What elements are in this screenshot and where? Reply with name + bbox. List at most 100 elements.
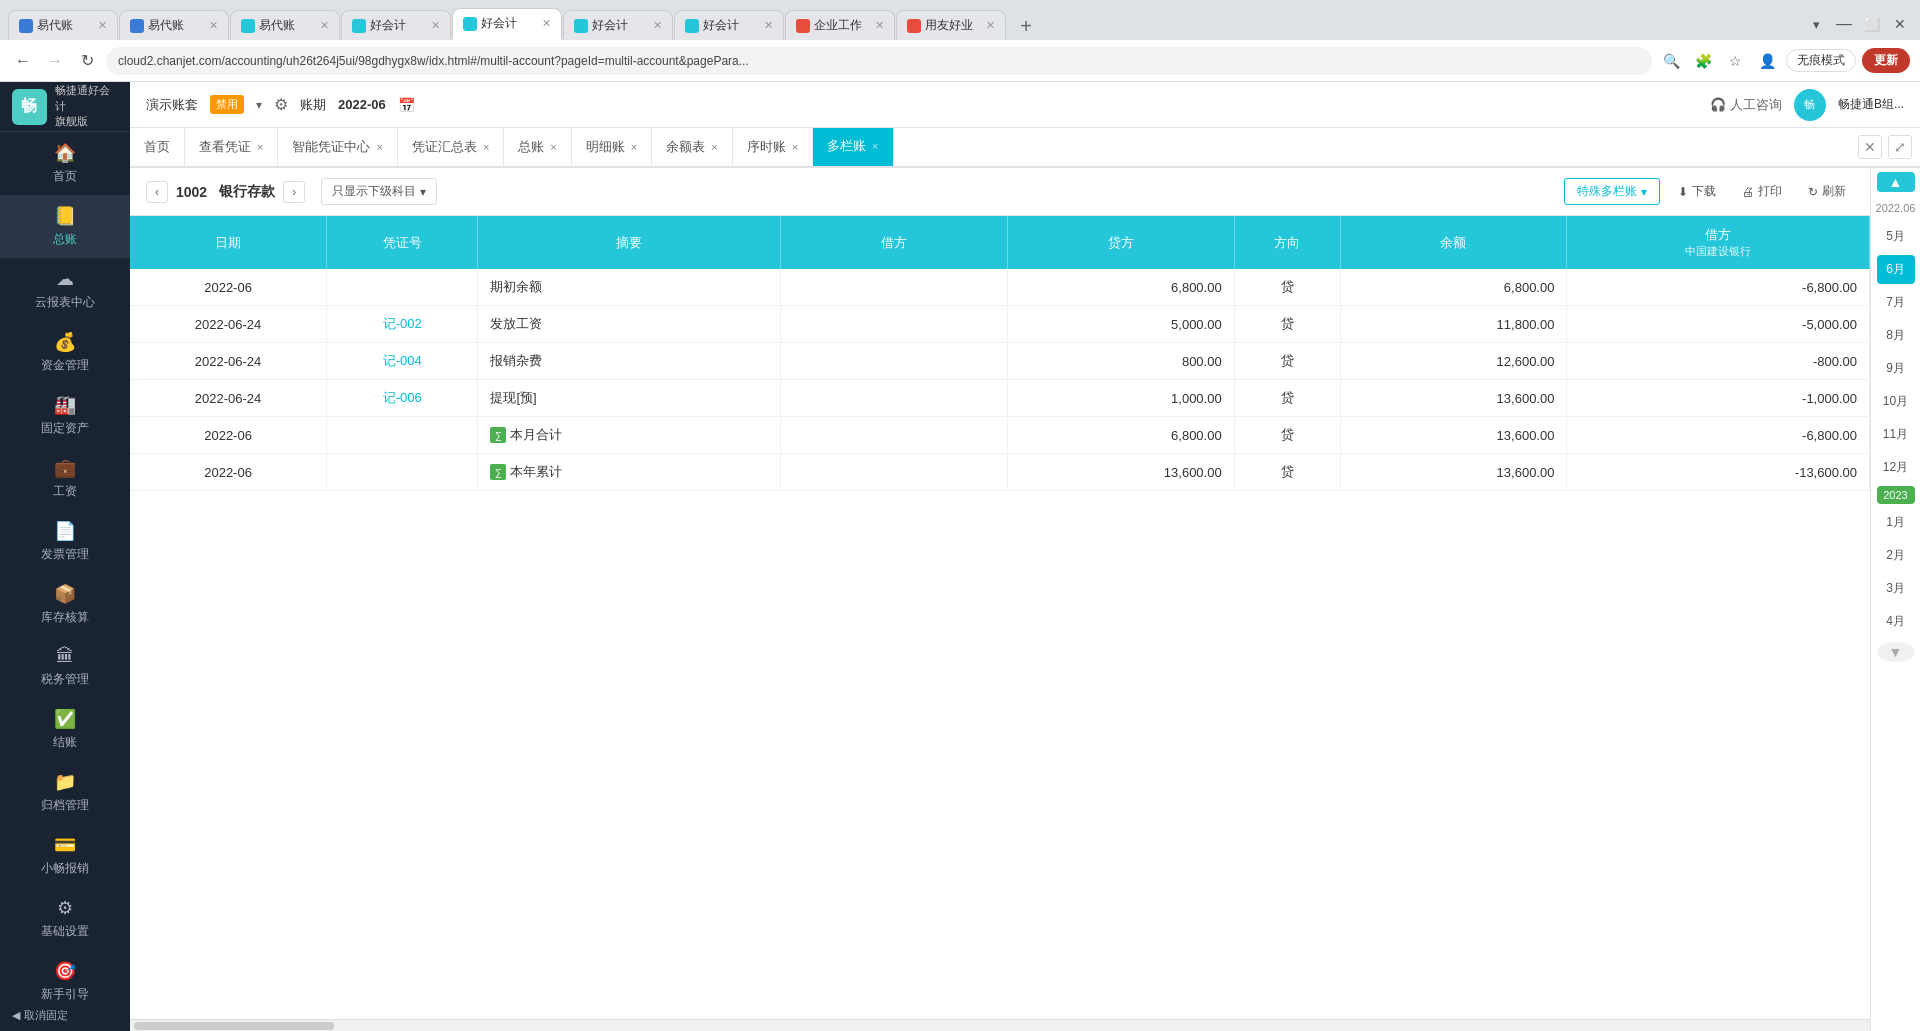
scroll-up-button[interactable]: ▲ — [1877, 172, 1915, 192]
expand-panel-button[interactable]: ⤢ — [1888, 135, 1912, 159]
tab-chronological-ledger[interactable]: 序时账 × — [733, 128, 813, 167]
tab-haohuiji-3[interactable]: 好会计 ✕ — [563, 10, 673, 40]
tab-close-icon[interactable]: ✕ — [98, 19, 107, 32]
month-item-6[interactable]: 6月 — [1877, 255, 1915, 284]
horizontal-scrollbar[interactable] — [130, 1019, 1870, 1031]
sidebar-item-home[interactable]: 🏠 首页 — [0, 132, 130, 195]
sidebar-item-ledger[interactable]: 📒 总账 — [0, 195, 130, 258]
tab-close-icon[interactable]: ✕ — [653, 19, 662, 32]
month-item-1[interactable]: 1月 — [1877, 508, 1915, 537]
sidebar-item-archive[interactable]: 📁 归档管理 — [0, 761, 130, 824]
tab-yidaizhang-1[interactable]: 易代账 ✕ — [8, 10, 118, 40]
ledger-area: ‹ 1002 银行存款 › 只显示下级科目 ▾ 特殊多栏账 ▾ — [130, 168, 1920, 1031]
tab-enterprise[interactable]: 企业工作 ✕ — [785, 10, 895, 40]
month-item-4[interactable]: 4月 — [1877, 607, 1915, 636]
tab-view-voucher[interactable]: 查看凭证 × — [185, 128, 278, 167]
special-multi-button[interactable]: 特殊多栏账 ▾ — [1564, 178, 1660, 205]
update-button[interactable]: 更新 — [1862, 48, 1910, 73]
tab-yonyou[interactable]: 用友好业 ✕ — [896, 10, 1006, 40]
month-item-11[interactable]: 11月 — [1877, 420, 1915, 449]
gear-icon[interactable]: ⚙ — [274, 95, 288, 114]
voucher-link[interactable]: 记-004 — [383, 353, 422, 368]
sidebar-item-invoice[interactable]: 📄 发票管理 — [0, 510, 130, 573]
unpin-button[interactable]: ◀ 取消固定 — [0, 1000, 130, 1031]
tab-haohuiji-4[interactable]: 好会计 ✕ — [674, 10, 784, 40]
month-item-12[interactable]: 12月 — [1877, 453, 1915, 482]
download-button[interactable]: ⬇ 下载 — [1670, 179, 1724, 204]
scroll-down-button[interactable]: ▼ — [1877, 642, 1915, 662]
tab-close-icon[interactable]: ✕ — [431, 19, 440, 32]
tab-multi-column[interactable]: 多栏账 × — [813, 128, 893, 167]
tab-close-icon[interactable]: ✕ — [542, 17, 551, 30]
sidebar-item-settings[interactable]: ⚙ 基础设置 — [0, 887, 130, 950]
tab-haohuiji-1[interactable]: 好会计 ✕ — [341, 10, 451, 40]
tab-add-button[interactable]: + — [1011, 12, 1041, 40]
voucher-link[interactable]: 记-002 — [383, 316, 422, 331]
tab-balance-sheet[interactable]: 余额表 × — [652, 128, 732, 167]
user-avatar[interactable]: 畅 — [1794, 89, 1826, 121]
tab-close-icon[interactable]: × — [550, 141, 556, 153]
sidebar-item-tax[interactable]: 🏛 税务管理 — [0, 636, 130, 698]
month-item-2[interactable]: 2月 — [1877, 541, 1915, 570]
wuhen-mode-button[interactable]: 无痕模式 — [1786, 49, 1856, 72]
prev-account-button[interactable]: ‹ — [146, 181, 168, 203]
sidebar-item-funds[interactable]: 💰 资金管理 — [0, 321, 130, 384]
consult-button[interactable]: 🎧 人工咨询 — [1710, 96, 1782, 114]
tab-close-icon[interactable]: ✕ — [764, 19, 773, 32]
back-button[interactable]: ← — [10, 48, 36, 74]
extension-icon[interactable]: 🧩 — [1690, 48, 1716, 74]
voucher-link[interactable]: 记-006 — [383, 390, 422, 405]
profile-icon[interactable]: 👤 — [1754, 48, 1780, 74]
url-bar[interactable]: cloud2.chanjet.com/accounting/uh26t264j5… — [106, 47, 1652, 75]
sidebar-item-payroll[interactable]: 💼 工资 — [0, 447, 130, 510]
tab-general-ledger[interactable]: 总账 × — [504, 128, 571, 167]
calendar-icon[interactable]: 📅 — [398, 97, 415, 113]
tab-close-icon[interactable]: ✕ — [209, 19, 218, 32]
sidebar-item-expense[interactable]: 💳 小畅报销 — [0, 824, 130, 887]
tab-close-icon[interactable]: × — [631, 141, 637, 153]
tab-close-icon[interactable]: × — [872, 140, 878, 152]
close-button[interactable]: ✕ — [1888, 12, 1912, 36]
tab-close-icon[interactable]: × — [376, 141, 382, 153]
month-item-5[interactable]: 5月 — [1877, 222, 1915, 251]
sidebar-item-cloud-report[interactable]: ☁ 云报表中心 — [0, 258, 130, 321]
dropdown-arrow[interactable]: ▾ — [256, 98, 262, 112]
maximize-button[interactable]: ⬜ — [1860, 12, 1884, 36]
month-item-3[interactable]: 3月 — [1877, 574, 1915, 603]
next-account-button[interactable]: › — [283, 181, 305, 203]
sidebar-item-guide[interactable]: 🎯 新手引导 — [0, 950, 130, 1000]
close-panel-button[interactable]: ✕ — [1858, 135, 1882, 159]
sidebar-item-inventory[interactable]: 📦 库存核算 — [0, 573, 130, 636]
tab-close-icon[interactable]: ✕ — [320, 19, 329, 32]
sidebar-item-assets[interactable]: 🏭 固定资产 — [0, 384, 130, 447]
cell-extra: -800.00 — [1567, 343, 1870, 380]
tab-detail-ledger[interactable]: 明细账 × — [572, 128, 652, 167]
month-item-7[interactable]: 7月 — [1877, 288, 1915, 317]
month-item-8[interactable]: 8月 — [1877, 321, 1915, 350]
tab-yidaizhang-2[interactable]: 易代账 ✕ — [119, 10, 229, 40]
tab-haohuiji-2-active[interactable]: 好会计 ✕ — [452, 8, 562, 40]
subcategory-filter[interactable]: 只显示下级科目 ▾ — [321, 178, 437, 205]
refresh-button[interactable]: ↻ 刷新 — [1800, 179, 1854, 204]
search-icon[interactable]: 🔍 — [1658, 48, 1684, 74]
tab-close-icon[interactable]: × — [483, 141, 489, 153]
tab-list-button[interactable]: ▾ — [1804, 12, 1828, 36]
month-item-10[interactable]: 10月 — [1877, 387, 1915, 416]
tab-close-icon[interactable]: ✕ — [986, 19, 995, 32]
forward-button[interactable]: → — [42, 48, 68, 74]
tab-yidaizhang-3[interactable]: 易代账 ✕ — [230, 10, 340, 40]
tab-close-icon[interactable]: × — [711, 141, 717, 153]
print-button[interactable]: 🖨 打印 — [1734, 179, 1790, 204]
minimize-button[interactable]: — — [1832, 12, 1856, 36]
tab-close-icon[interactable]: × — [257, 141, 263, 153]
reload-button[interactable]: ↻ — [74, 48, 100, 74]
scroll-thumb[interactable] — [134, 1022, 334, 1030]
tab-voucher-summary[interactable]: 凭证汇总表 × — [398, 128, 504, 167]
tab-close-icon[interactable]: ✕ — [875, 19, 884, 32]
tab-close-icon[interactable]: × — [792, 141, 798, 153]
sidebar-item-settlement[interactable]: ✅ 结账 — [0, 698, 130, 761]
bookmark-icon[interactable]: ☆ — [1722, 48, 1748, 74]
month-item-9[interactable]: 9月 — [1877, 354, 1915, 383]
tab-home[interactable]: 首页 — [130, 128, 185, 167]
tab-smart-voucher[interactable]: 智能凭证中心 × — [278, 128, 397, 167]
